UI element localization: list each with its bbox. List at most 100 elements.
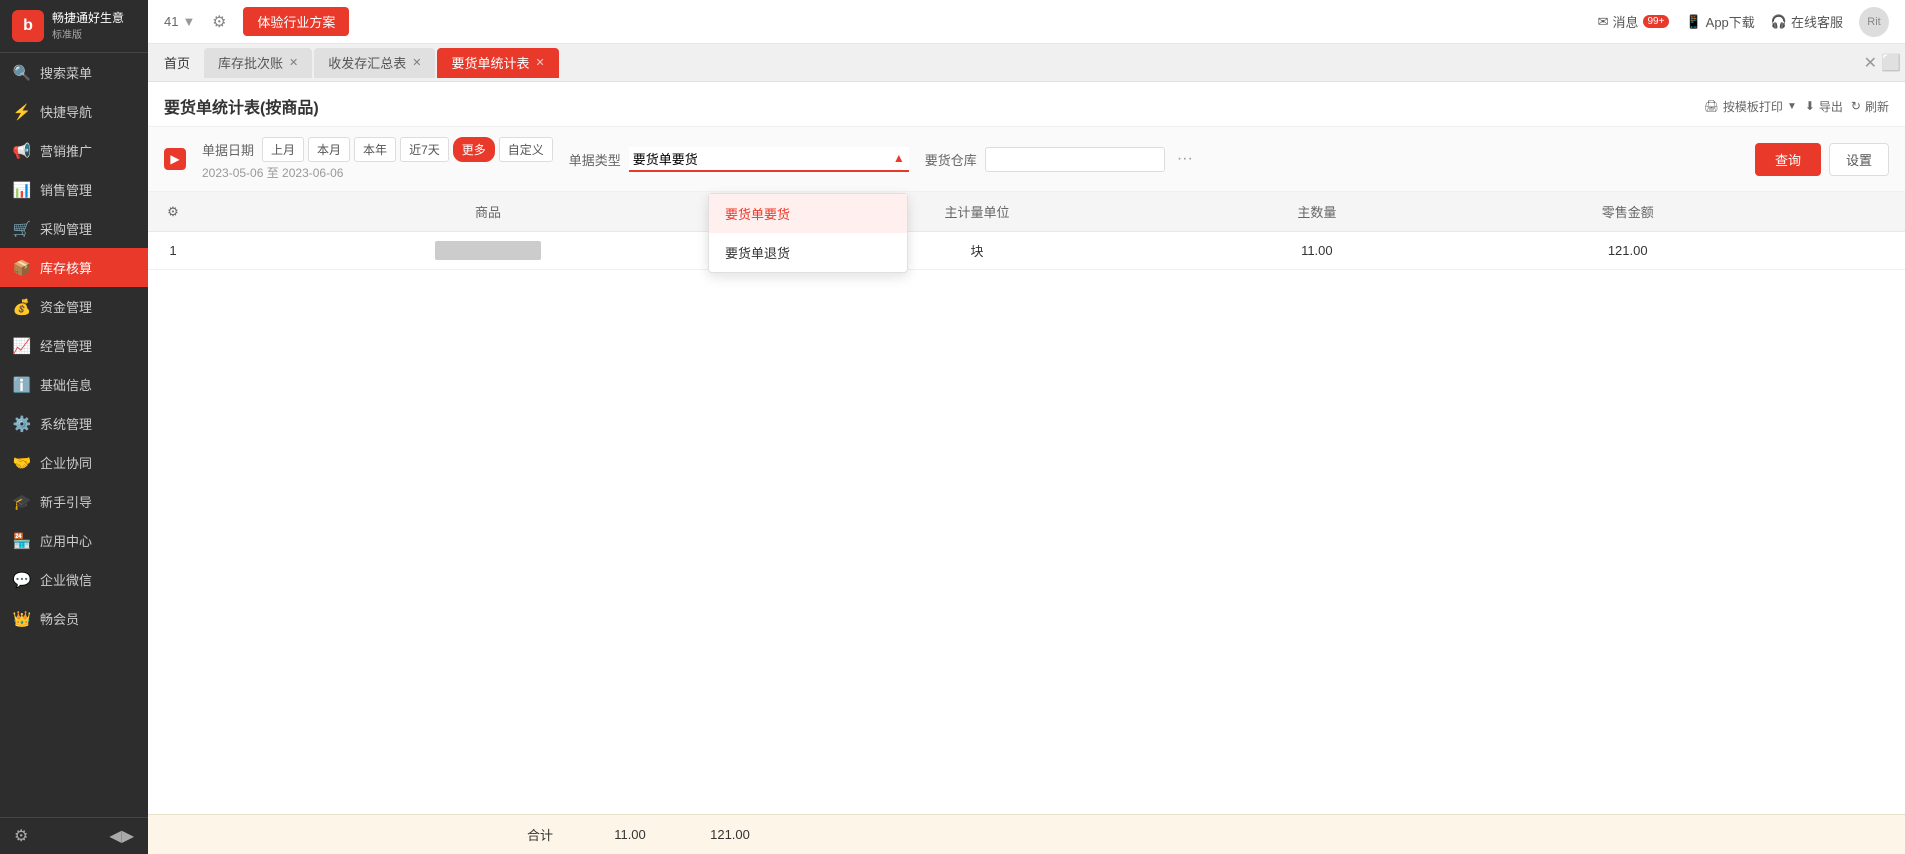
total-quantity: 11.00 (580, 827, 680, 842)
warehouse-input[interactable] (985, 147, 1165, 172)
member-icon: 👑 (12, 610, 32, 628)
row-index: 1 (148, 232, 198, 270)
type-select-input[interactable] (633, 151, 893, 166)
sidebar-label-purchase: 采购管理 (40, 219, 92, 238)
sidebar: b 畅捷通好生意 标准版 🔍 搜索菜单 ⚡ 快捷导航 📢 营销推广 📊 销售管理… (0, 0, 148, 854)
sidebar-item-purchase[interactable]: 🛒 采购管理 (0, 209, 148, 248)
print-action[interactable]: 🖨 按模板打印 ▼ (1704, 98, 1797, 115)
online-service-action[interactable]: 🎧 在线客服 (1771, 12, 1843, 31)
maximize-icon[interactable]: ⬜ (1881, 53, 1901, 73)
this-month-btn[interactable]: 本月 (308, 137, 350, 162)
app-download-label: App下载 (1706, 12, 1755, 31)
row-amount: 121.00 (1458, 232, 1798, 270)
sidebar-label-guide: 新手引导 (40, 492, 92, 511)
marketing-icon: 📢 (12, 142, 32, 160)
dropdown-item-order-goods[interactable]: 要货单要货 (709, 194, 907, 233)
more-dates-btn[interactable]: 更多 (453, 137, 495, 162)
type-filter-group: 单据类型 ▲ (569, 147, 909, 172)
close-icon[interactable]: ✕ (412, 56, 421, 69)
trial-button[interactable]: 体验行业方案 (243, 7, 349, 36)
collapse-icon[interactable]: ◀▶ (109, 826, 134, 846)
filter-expand-button[interactable]: ▶ (164, 148, 186, 170)
sidebar-item-enterprise-collab[interactable]: 🤝 企业协同 (0, 443, 148, 482)
sidebar-item-search[interactable]: 🔍 搜索菜单 (0, 53, 148, 92)
sidebar-label-inventory: 库存核算 (40, 258, 92, 277)
sidebar-item-inventory[interactable]: 📦 库存核算 (0, 248, 148, 287)
sidebar-label-collab: 企业协同 (40, 453, 92, 472)
page-header: 要货单统计表(按商品) 🖨 按模板打印 ▼ ⬇ 导出 ↻ 刷新 (148, 82, 1905, 127)
more-button[interactable]: ··· (1177, 150, 1193, 168)
finance-icon: 💰 (12, 298, 32, 316)
chevron-down-icon: ▼ (182, 14, 195, 29)
tab-inventory-batch[interactable]: 库存批次账 ✕ (204, 48, 312, 78)
tab-home[interactable]: 首页 (152, 48, 202, 78)
gear-button[interactable]: ⚙ (205, 8, 233, 36)
sidebar-label-search: 搜索菜单 (40, 63, 92, 82)
tabs-controls: ✕ ⬜ (1864, 53, 1901, 73)
settings-icon[interactable]: ⚙ (14, 826, 28, 846)
app-center-icon: 🏪 (12, 532, 32, 550)
table-footer: 合计 11.00 121.00 (148, 814, 1905, 854)
sidebar-label-app-center: 应用中心 (40, 531, 92, 550)
purchase-icon: 🛒 (12, 220, 32, 238)
sidebar-label-wechat: 企业微信 (40, 570, 92, 589)
col-extra (1798, 192, 1905, 232)
store-selector[interactable]: 41 ▼ (164, 14, 195, 29)
date-label: 单据日期 (202, 140, 254, 159)
col-settings: ⚙ (148, 192, 198, 232)
wechat-icon: 💬 (12, 571, 32, 589)
sidebar-item-basic-info[interactable]: ℹ️ 基础信息 (0, 365, 148, 404)
message-badge: 99+ (1643, 15, 1670, 28)
sidebar-item-guide[interactable]: 🎓 新手引导 (0, 482, 148, 521)
app-download-action[interactable]: 📱 App下载 (1685, 12, 1754, 31)
filter-bar: ▶ 单据日期 上月 本月 本年 近7天 更多 自定义 2023-05-06 至 … (148, 127, 1905, 192)
message-action[interactable]: ✉ 消息 99+ (1598, 12, 1670, 31)
type-select-wrapper[interactable]: ▲ (629, 147, 909, 172)
tab-receive-summary[interactable]: 收发存汇总表 ✕ (314, 48, 435, 78)
this-year-btn[interactable]: 本年 (354, 137, 396, 162)
sidebar-label-shortcut: 快捷导航 (40, 102, 92, 121)
store-name: 41 (164, 14, 178, 29)
close-icon[interactable]: ✕ (289, 56, 298, 69)
mobile-icon: 📱 (1685, 14, 1701, 30)
warehouse-filter-group: 要货仓库 ··· (925, 147, 1193, 172)
custom-date-btn[interactable]: 自定义 (499, 137, 553, 162)
date-buttons: 上月 本月 本年 近7天 更多 自定义 (262, 137, 553, 162)
dropdown-item-order-return[interactable]: 要货单退货 (709, 233, 907, 272)
table-container: ⚙ 商品 主计量单位 主数量 零售金额 1 ████████ 块 (148, 192, 1905, 814)
sidebar-item-app-center[interactable]: 🏪 应用中心 (0, 521, 148, 560)
last-7-days-btn[interactable]: 近7天 (400, 137, 449, 162)
export-action[interactable]: ⬇ 导出 (1805, 98, 1843, 115)
sidebar-item-shortcut[interactable]: ⚡ 快捷导航 (0, 92, 148, 131)
sidebar-item-marketing[interactable]: 📢 营销推广 (0, 131, 148, 170)
tabs-bar: 首页 库存批次账 ✕ 收发存汇总表 ✕ 要货单统计表 ✕ ✕ ⬜ (148, 44, 1905, 82)
last-month-btn[interactable]: 上月 (262, 137, 304, 162)
sidebar-item-finance[interactable]: 💰 资金管理 (0, 287, 148, 326)
type-dropdown: 要货单要货 要货单退货 (708, 193, 908, 273)
app-logo-icon: b (12, 10, 44, 42)
avatar[interactable]: Rit (1859, 7, 1889, 37)
close-all-icon[interactable]: ✕ (1864, 53, 1877, 73)
page-actions: 🖨 按模板打印 ▼ ⬇ 导出 ↻ 刷新 (1704, 98, 1889, 115)
sidebar-item-member[interactable]: 👑 畅会员 (0, 599, 148, 638)
sidebar-item-sales[interactable]: 📊 销售管理 (0, 170, 148, 209)
close-icon[interactable]: ✕ (536, 56, 545, 69)
sidebar-label-marketing: 营销推广 (40, 141, 92, 160)
sidebar-label-sales: 销售管理 (40, 180, 92, 199)
shortcut-icon: ⚡ (12, 103, 32, 121)
refresh-action[interactable]: ↻ 刷新 (1851, 98, 1889, 115)
warehouse-label: 要货仓库 (925, 150, 977, 169)
header-left: 41 ▼ ⚙ 体验行业方案 (164, 7, 349, 36)
sidebar-item-enterprise-wechat[interactable]: 💬 企业微信 (0, 560, 148, 599)
sidebar-item-system[interactable]: ⚙️ 系统管理 (0, 404, 148, 443)
sidebar-label-basic-info: 基础信息 (40, 375, 92, 394)
inventory-icon: 📦 (12, 259, 32, 277)
sidebar-label-finance: 资金管理 (40, 297, 92, 316)
sidebar-nav: 🔍 搜索菜单 ⚡ 快捷导航 📢 营销推广 📊 销售管理 🛒 采购管理 📦 库存核… (0, 53, 148, 817)
sidebar-item-operations[interactable]: 📈 经营管理 (0, 326, 148, 365)
sidebar-label-member: 畅会员 (40, 609, 79, 628)
settings-button[interactable]: 设置 (1829, 143, 1889, 176)
main-panel: 41 ▼ ⚙ 体验行业方案 ✉ 消息 99+ 📱 App下载 🎧 在线客服 Ri… (148, 0, 1905, 854)
query-button[interactable]: 查询 (1755, 143, 1821, 176)
tab-order-stats[interactable]: 要货单统计表 ✕ (437, 48, 558, 78)
